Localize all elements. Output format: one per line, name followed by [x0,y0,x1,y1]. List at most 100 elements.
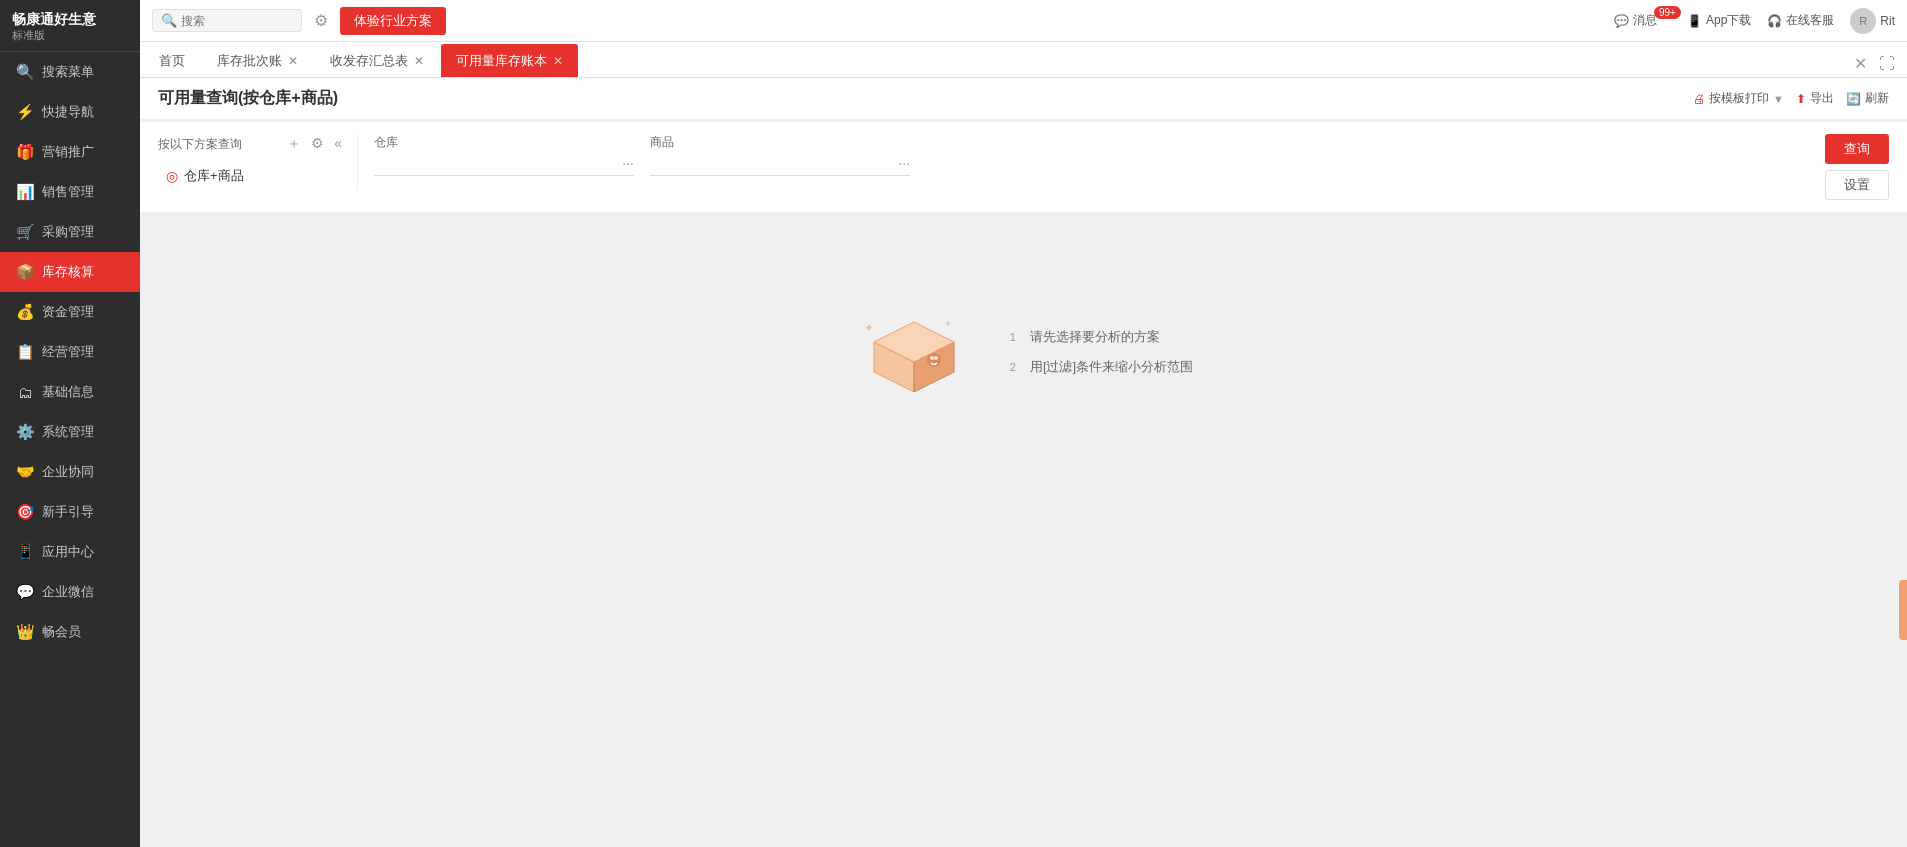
basic-icon: 🗂 [16,384,34,401]
avatar: R [1850,8,1876,34]
phone-icon: 📱 [1687,14,1702,28]
sidebar-label-finance: 资金管理 [42,303,94,321]
sidebar-label-wechat: 企业微信 [42,583,94,601]
close-tab-available-qty[interactable]: ✕ [553,54,563,68]
sidebar-item-purchase[interactable]: 🛒 采购管理 [0,212,140,252]
search-icon-topbar: 🔍 [161,13,177,28]
sidebar-item-basic[interactable]: 🗂 基础信息 [0,372,140,412]
close-tab-receipt-summary[interactable]: ✕ [414,54,424,68]
sidebar-label-sales: 销售管理 [42,183,94,201]
system-icon: ⚙️ [16,423,34,441]
warehouse-more-btn[interactable]: ··· [622,155,634,171]
sidebar-item-vip[interactable]: 👑 畅会员 [0,612,140,652]
sidebar-item-marketing[interactable]: 🎁 营销推广 [0,132,140,172]
operations-icon: 📋 [16,343,34,361]
sidebar-item-newbie[interactable]: 🎯 新手引导 [0,492,140,532]
scheme-actions: ＋ ⚙ « [284,134,345,154]
tab-batch-account[interactable]: 库存批次账 ✕ [202,44,313,77]
close-tab-batch-account[interactable]: ✕ [288,54,298,68]
service-label: 在线客服 [1786,12,1834,29]
tab-available-qty-label: 可用量库存账本 [456,52,547,70]
quick-nav-icon: ⚡ [16,103,34,121]
filter-scheme-panel: 按以下方案查询 ＋ ⚙ « ◎ 仓库+商品 [158,134,358,190]
main-area: 🔍 ⚙ 体验行业方案 💬 消息 99+ 📱 App下载 🎧 在线客服 R [140,0,1907,847]
appstore-icon: 📱 [16,543,34,561]
user-menu[interactable]: R Rit [1850,8,1895,34]
print-dropdown-icon[interactable]: ▼ [1773,93,1784,105]
goods-input[interactable] [650,156,894,171]
svg-text:✦: ✦ [864,321,874,335]
settings-button[interactable]: 设置 [1825,170,1889,200]
scheme-header-label: 按以下方案查询 [158,136,242,153]
sidebar-item-finance[interactable]: 💰 资金管理 [0,292,140,332]
empty-tip-1: 1 请先选择要分析的方案 [1004,328,1193,346]
sidebar-label-newbie: 新手引导 [42,503,94,521]
warehouse-field-label: 仓库 [374,134,634,151]
logo-title: 畅康通好生意 [12,10,128,28]
empty-state: ✦ ✦ · 1 请先选择要分析的方案 2 用[过滤]条件来缩小分析范围 [140,292,1907,412]
print-icon: 🖨 [1693,92,1705,106]
sidebar-item-system[interactable]: ⚙️ 系统管理 [0,412,140,452]
wechat-icon: 💬 [16,583,34,601]
sales-icon: 📊 [16,183,34,201]
topbar-search-box[interactable]: 🔍 [152,9,302,32]
filter-right: 查询 设置 [1825,134,1889,200]
tab-home[interactable]: 首页 [144,44,200,77]
refresh-icon: 🔄 [1846,92,1861,106]
sidebar-item-sales[interactable]: 📊 销售管理 [0,172,140,212]
message-btn[interactable]: 💬 消息 99+ [1614,12,1671,29]
tab-receipt-summary[interactable]: 收发存汇总表 ✕ [315,44,439,77]
sidebar-item-search[interactable]: 🔍 搜索菜单 [0,52,140,92]
warehouse-input-row: ··· [374,155,634,176]
gear-icon[interactable]: ⚙ [310,7,332,34]
logo-subtitle: 标准版 [12,28,128,43]
page-header-actions: 🖨 按模板打印 ▼ ⬆ 导出 🔄 刷新 [1693,90,1889,107]
scheme-item-warehouse-goods[interactable]: ◎ 仓库+商品 [158,162,345,190]
app-download-btn[interactable]: 📱 App下载 [1687,12,1751,29]
sidebar-item-inventory[interactable]: 📦 库存核算 [0,252,140,292]
search-icon: 🔍 [16,63,34,81]
sidebar-label-inventory: 库存核算 [42,263,94,281]
tip-num-1: 1 [1004,328,1022,346]
app-label: App下载 [1706,12,1751,29]
maximize-tab-icon[interactable]: ⛶ [1875,51,1899,77]
inventory-icon: 📦 [16,263,34,281]
collapse-scheme-btn[interactable]: « [331,134,345,154]
service-btn[interactable]: 🎧 在线客服 [1767,12,1834,29]
refresh-btn[interactable]: 🔄 刷新 [1846,90,1889,107]
message-icon: 💬 [1614,14,1629,28]
add-scheme-btn[interactable]: ＋ [284,134,304,154]
tabs-actions: ✕ ⛶ [1842,50,1907,77]
refresh-label: 刷新 [1865,90,1889,107]
right-edge-scrollbar[interactable] [1899,580,1907,640]
settings-scheme-btn[interactable]: ⚙ [308,134,327,154]
tip-text-2: 用[过滤]条件来缩小分析范围 [1030,358,1193,376]
goods-more-btn[interactable]: ··· [898,155,910,171]
topbar-right: 💬 消息 99+ 📱 App下载 🎧 在线客服 R Rit [1614,8,1895,34]
sidebar-item-operations[interactable]: 📋 经营管理 [0,332,140,372]
warehouse-goods-icon: ◎ [166,168,178,184]
tab-available-qty[interactable]: 可用量库存账本 ✕ [441,44,578,77]
sidebar-label-appstore: 应用中心 [42,543,94,561]
query-button[interactable]: 查询 [1825,134,1889,164]
filter-section: 按以下方案查询 ＋ ⚙ « ◎ 仓库+商品 仓库 [140,122,1907,212]
export-icon: ⬆ [1796,92,1806,106]
warehouse-input[interactable] [374,156,618,171]
search-input[interactable] [181,14,281,28]
close-tab-icon[interactable]: ✕ [1850,50,1871,77]
sidebar-item-quick-nav[interactable]: ⚡ 快捷导航 [0,92,140,132]
sidebar-label-operations: 经营管理 [42,343,94,361]
service-icon: 🎧 [1767,14,1782,28]
sidebar-item-wechat[interactable]: 💬 企业微信 [0,572,140,612]
vip-icon: 👑 [16,623,34,641]
sidebar-item-appstore[interactable]: 📱 应用中心 [0,532,140,572]
export-btn[interactable]: ⬆ 导出 [1796,90,1834,107]
tab-receipt-summary-label: 收发存汇总表 [330,52,408,70]
industry-btn[interactable]: 体验行业方案 [340,7,446,35]
sidebar-label-vip: 畅会员 [42,623,81,641]
newbie-icon: 🎯 [16,503,34,521]
sidebar-label-marketing: 营销推广 [42,143,94,161]
sidebar-item-enterprise[interactable]: 🤝 企业协同 [0,452,140,492]
print-btn[interactable]: 🖨 按模板打印 ▼ [1693,90,1784,107]
sidebar-label-basic: 基础信息 [42,383,94,401]
